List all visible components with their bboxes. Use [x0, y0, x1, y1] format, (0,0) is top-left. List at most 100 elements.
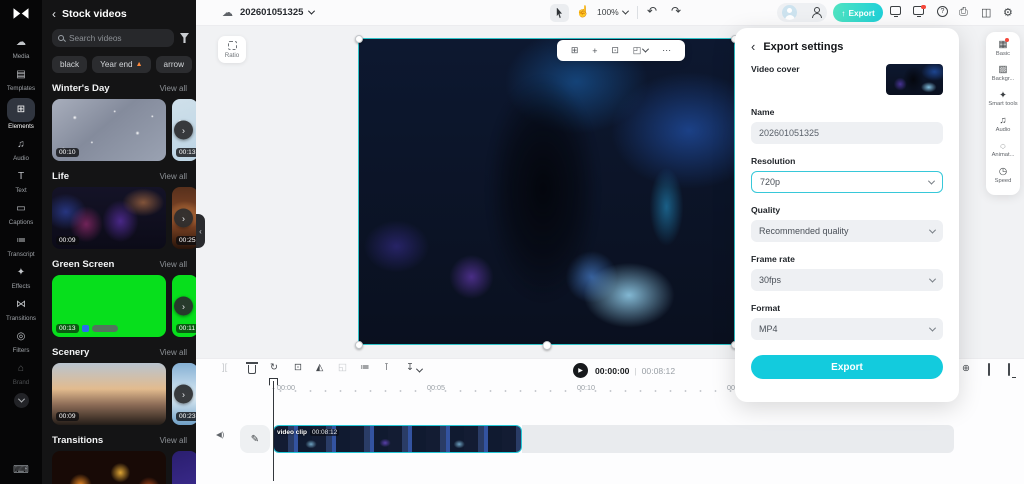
chevron-down-icon[interactable] [415, 365, 424, 376]
keyboard-shortcuts-icon[interactable]: ⌨ [13, 463, 29, 476]
tab-background[interactable]: ▨ Backgr... [992, 65, 1015, 82]
sidebar-item-templates[interactable]: ▤ Templates [7, 66, 35, 93]
search-input[interactable] [69, 33, 168, 43]
tab-animation[interactable]: ◌ Animat... [992, 142, 1015, 159]
resolution-select[interactable]: 720p [751, 171, 943, 193]
next-arrow-button[interactable]: › [174, 384, 193, 404]
back-icon[interactable]: ‹ [751, 40, 755, 53]
undo-button[interactable]: ↶ [647, 4, 657, 18]
redo-button[interactable]: ↷ [671, 4, 681, 18]
video-thumbnail[interactable] [172, 451, 196, 484]
pip-icon[interactable]: ◰ [633, 45, 650, 56]
more-icon[interactable]: ⋯ [662, 45, 671, 56]
preview-monitor-icon[interactable] [1008, 363, 1010, 376]
layout-panels-icon[interactable]: ◫ [981, 6, 991, 19]
mute-track-icon[interactable]: ◀) [216, 430, 224, 439]
tab-speed[interactable]: ◷ Speed [995, 167, 1012, 184]
help-icon[interactable]: ? [937, 6, 948, 17]
track-background [522, 425, 954, 453]
video-thumbnail[interactable]: 00:13 [52, 275, 166, 337]
next-arrow-button[interactable]: › [174, 120, 193, 140]
sidebar-item-transitions[interactable]: ⋈ Transitions [6, 296, 36, 323]
device-security-icon[interactable] [913, 4, 926, 17]
sidebar-item-transcript[interactable]: ≔ Transcript [7, 232, 34, 259]
edit-track-button[interactable]: ✎ [240, 425, 270, 453]
timeline-video-clip[interactable]: video clip 00:08:12 [273, 425, 522, 453]
format-select[interactable]: MP4 [751, 318, 943, 340]
video-cover-thumbnail[interactable] [886, 64, 943, 95]
sidebar-collapse-button[interactable] [13, 393, 29, 408]
chevron-right-icon: › [182, 389, 185, 399]
search-box[interactable] [52, 29, 174, 47]
freeze-frame-icon[interactable]: ⊺ [384, 363, 389, 373]
settings-gear-icon[interactable]: ⚙ [1003, 6, 1013, 19]
resize-handle[interactable] [354, 34, 363, 43]
rotate-handle[interactable] [542, 341, 551, 350]
current-time: 00:00:00 [595, 366, 630, 376]
next-arrow-button[interactable]: › [174, 296, 193, 316]
notification-dot [921, 4, 926, 9]
crop-icon[interactable]: ⊡ [611, 45, 619, 56]
add-media-icon[interactable]: + [592, 46, 597, 56]
auto-captions-icon[interactable]: ≔ [360, 363, 370, 373]
crop-icon[interactable]: ⊡ [294, 363, 302, 373]
back-icon[interactable]: ‹ [52, 8, 56, 20]
video-thumbnail[interactable]: 00:09 [52, 363, 166, 425]
playhead-line[interactable] [272, 381, 274, 481]
account-pill[interactable] [777, 3, 827, 22]
sidebar-item-brand[interactable]: ⌂ Brand [8, 360, 34, 387]
video-thumbnail[interactable]: 00:09 [52, 187, 166, 249]
next-arrow-button[interactable]: › [174, 208, 193, 228]
mirror-to-device-icon[interactable] [890, 6, 901, 17]
resize-handle[interactable] [354, 340, 363, 349]
chevron-down-icon [308, 7, 316, 15]
video-thumbnail[interactable]: 00:10 [52, 99, 166, 161]
sidebar-item-effects[interactable]: ✦ Effects [8, 264, 34, 291]
sidebar-item-text[interactable]: T Text [8, 168, 34, 195]
sidebar-item-audio[interactable]: ♫ Audio [8, 136, 34, 163]
select-tool-button[interactable] [550, 4, 569, 22]
tab-smart-tools[interactable]: ✦ Smart tools [988, 91, 1017, 108]
play-button[interactable]: ▶ [573, 362, 588, 378]
tag-arrow[interactable]: arrow [155, 56, 193, 73]
export-button[interactable]: ↑ Export [833, 3, 883, 22]
export-confirm-button[interactable]: Export [751, 355, 943, 379]
rotate-icon[interactable]: ↻ [270, 363, 278, 373]
replace-media-icon[interactable]: ⊞ [571, 45, 579, 56]
filter-icon[interactable] [180, 33, 189, 43]
sidebar-item-filters[interactable]: ◎ Filters [8, 328, 34, 355]
view-all-link[interactable]: View all [160, 172, 187, 181]
hand-tool-button[interactable]: ☝ [576, 5, 590, 18]
section-title: Scenery [52, 347, 90, 358]
frame-rate-select[interactable]: 30fps [751, 269, 943, 291]
zoom-level-select[interactable]: 100% [597, 7, 629, 17]
sidebar-item-captions[interactable]: ▭ Captions [8, 200, 34, 227]
download-icon[interactable]: ↧ [406, 363, 414, 373]
tab-basic[interactable]: ▦ Basic [996, 38, 1010, 57]
printer-icon[interactable]: ⎙ [959, 6, 968, 19]
video-thumbnail[interactable] [52, 451, 166, 484]
tag-black[interactable]: black [52, 56, 88, 73]
view-all-link[interactable]: View all [160, 348, 187, 357]
project-name-menu[interactable]: 202601051325 [240, 7, 316, 18]
fullscreen-icon[interactable] [988, 363, 990, 376]
invite-member-icon[interactable] [811, 7, 822, 18]
panel-collapse-handle[interactable]: ‹ [196, 214, 205, 248]
mirror-icon[interactable]: ◭ [316, 363, 323, 373]
view-all-link[interactable]: View all [160, 436, 187, 445]
name-input[interactable] [751, 122, 943, 144]
timeline-zoom-icon[interactable]: ⊕ [962, 364, 970, 374]
video-preview-frame[interactable] [354, 34, 739, 350]
delete-icon[interactable] [246, 362, 258, 374]
sidebar-item-elements[interactable]: ⊞ Elements [7, 98, 35, 130]
filters-icon: ◎ [16, 331, 26, 342]
sidebar-item-media[interactable]: ☁ Media [8, 34, 34, 61]
mask-icon[interactable]: ◱ [338, 363, 347, 373]
ratio-button[interactable]: Ratio [218, 36, 246, 63]
view-all-link[interactable]: View all [160, 84, 187, 93]
view-all-link[interactable]: View all [160, 260, 187, 269]
tag-year-end[interactable]: Year end ▲ [92, 56, 151, 73]
split-icon[interactable]: ][ [222, 363, 227, 373]
quality-select[interactable]: Recommended quality [751, 220, 943, 242]
tab-audio[interactable]: ♫ Audio [996, 116, 1011, 133]
